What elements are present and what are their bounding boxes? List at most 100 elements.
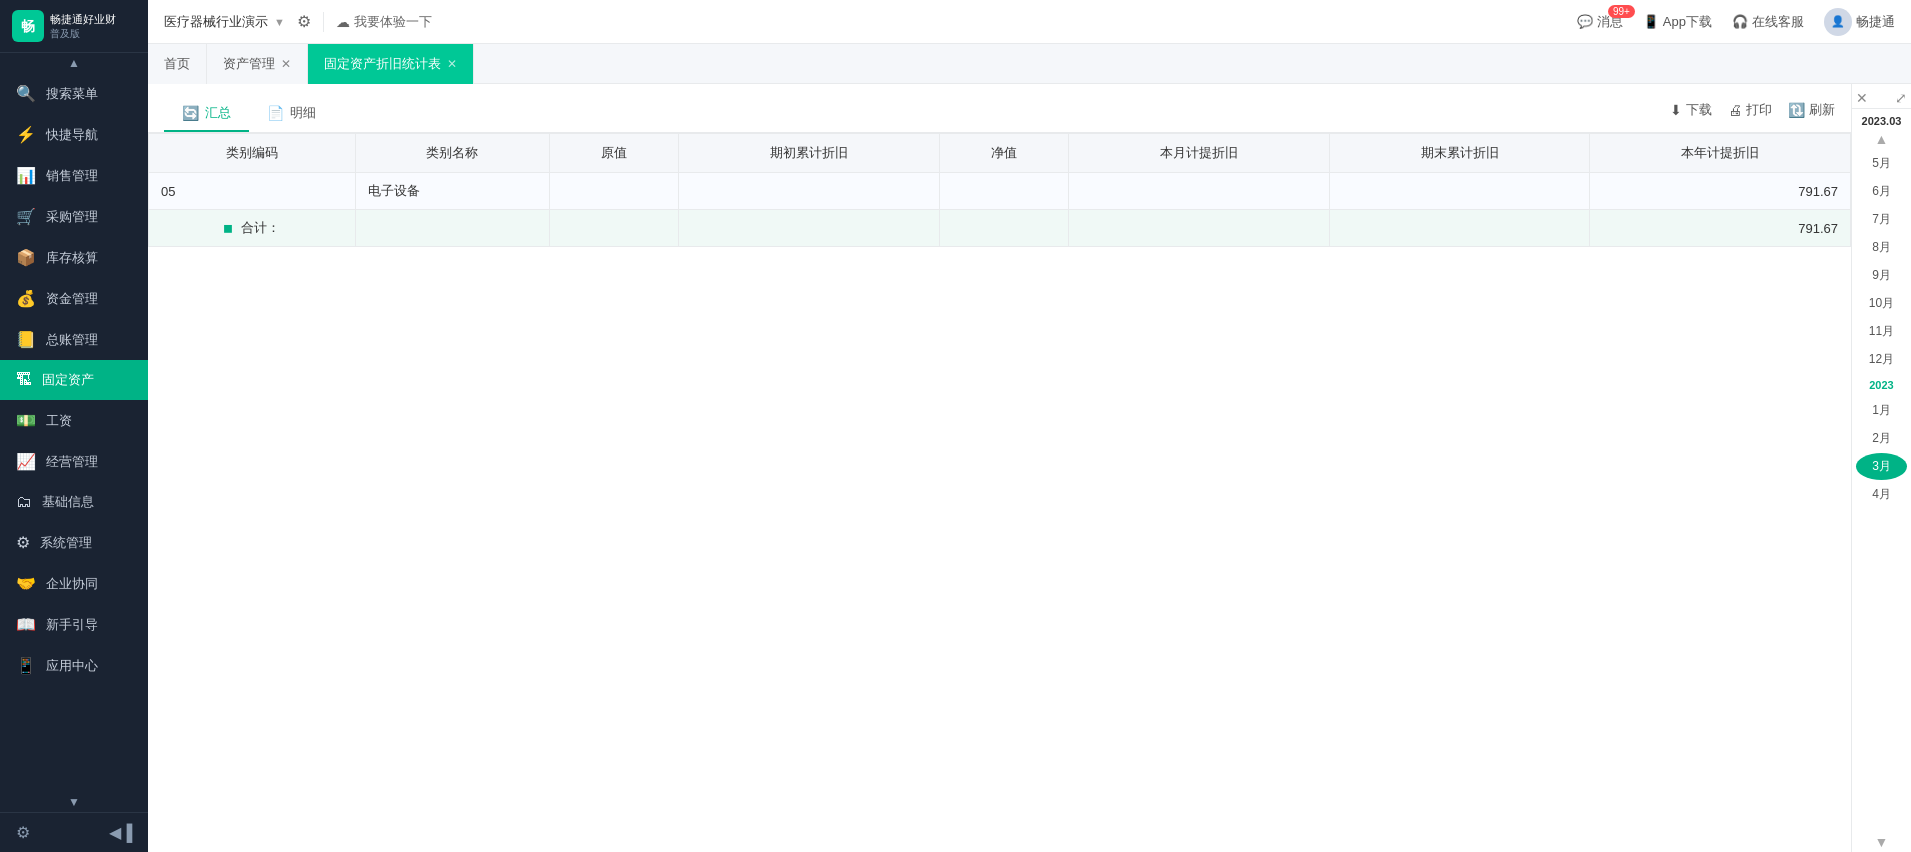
- date-item-10[interactable]: 10月: [1856, 290, 1907, 317]
- chevron-down-icon: ▼: [274, 16, 285, 28]
- download-label: 下载: [1686, 101, 1712, 119]
- sidebar-item-quicknav[interactable]: ⚡ 快捷导航: [0, 114, 148, 155]
- expand-icon[interactable]: ⤢: [1895, 90, 1907, 106]
- date-item-2023-3[interactable]: 3月: [1856, 453, 1907, 480]
- sidebar-item-label: 新手引导: [46, 616, 98, 634]
- sidebar-item-system[interactable]: ⚙ 系统管理: [0, 522, 148, 563]
- quicknav-icon: ⚡: [16, 125, 36, 144]
- service-btn[interactable]: 🎧 在线客服: [1732, 13, 1804, 31]
- appcenter-icon: 📱: [16, 656, 36, 675]
- sidebar-item-enterprise[interactable]: 🤝 企业协同: [0, 563, 148, 604]
- sidebar-item-appcenter[interactable]: 📱 应用中心: [0, 645, 148, 686]
- date-item-2023-1[interactable]: 1月: [1856, 397, 1907, 424]
- print-icon: 🖨: [1728, 102, 1742, 118]
- date-item-6[interactable]: 6月: [1856, 178, 1907, 205]
- collapse-icon[interactable]: ◀▐: [109, 823, 132, 842]
- logo-icon: 畅: [12, 10, 44, 42]
- date-item-2023-4[interactable]: 4月: [1856, 481, 1907, 508]
- sidebar-item-business[interactable]: 📈 经营管理: [0, 441, 148, 482]
- close-tab-depreciation-icon[interactable]: ✕: [447, 57, 457, 71]
- cell-year-depr: 791.67: [1590, 173, 1851, 210]
- payroll-icon: 💵: [16, 411, 36, 430]
- summary-icon: 🔄: [182, 105, 199, 121]
- system-icon: ⚙: [16, 533, 30, 552]
- download-btn[interactable]: ⬇ 下载: [1670, 101, 1712, 119]
- sidebar-item-payroll[interactable]: 💵 工资: [0, 400, 148, 441]
- sidebar-item-fixed[interactable]: 🏗 固定资产: [0, 360, 148, 400]
- date-scroll-down-btn[interactable]: ▼: [1852, 832, 1911, 852]
- cell-month-depr: [1069, 173, 1330, 210]
- topbar-settings-icon[interactable]: ⚙: [297, 12, 311, 31]
- message-icon: 💬: [1577, 14, 1593, 29]
- sidebar-item-label: 总账管理: [46, 331, 98, 349]
- sidebar-item-sales[interactable]: 📊 销售管理: [0, 155, 148, 196]
- sum-end-depr: [1329, 210, 1590, 247]
- sum-name: [355, 210, 550, 247]
- subtab-left: 🔄 汇总 📄 明细: [164, 96, 334, 132]
- print-btn[interactable]: 🖨 打印: [1728, 101, 1772, 119]
- tab-asset-mgmt[interactable]: 资产管理 ✕: [207, 44, 308, 84]
- user-btn[interactable]: 👤 畅捷通: [1824, 8, 1895, 36]
- sum-label: 合计：: [241, 220, 280, 235]
- col-net: 净值: [940, 134, 1069, 173]
- topbar-right: 💬 消息 99+ 📱 App下载 🎧 在线客服 👤 畅捷通: [1577, 8, 1895, 36]
- cell-init-depr: [679, 173, 940, 210]
- date-item-8[interactable]: 8月: [1856, 234, 1907, 261]
- sidebar-nav: 🔍 搜索菜单 ⚡ 快捷导航 📊 销售管理 🛒 采购管理 📦 库存核算 💰 资金管…: [0, 73, 148, 792]
- table-header-row: 类别编码 类别名称 原值 期初累计折旧 净值 本月计提折旧 期末累计折旧 本年计…: [149, 134, 1851, 173]
- date-item-7[interactable]: 7月: [1856, 206, 1907, 233]
- sidebar-item-label: 资金管理: [46, 290, 98, 308]
- inventory-icon: 📦: [16, 248, 36, 267]
- col-init-depr: 期初累计折旧: [679, 134, 940, 173]
- company-selector[interactable]: 医疗器械行业演示 ▼: [164, 13, 285, 31]
- col-code: 类别编码: [149, 134, 356, 173]
- app-download-btn[interactable]: 📱 App下载: [1643, 13, 1712, 31]
- sidebar-item-purchase[interactable]: 🛒 采购管理: [0, 196, 148, 237]
- sidebar-item-ledger[interactable]: 📒 总账管理: [0, 319, 148, 360]
- purchase-icon: 🛒: [16, 207, 36, 226]
- date-item-11[interactable]: 11月: [1856, 318, 1907, 345]
- sidebar-item-search[interactable]: 🔍 搜索菜单: [0, 73, 148, 114]
- date-item-12[interactable]: 12月: [1856, 346, 1907, 373]
- refresh-btn[interactable]: 🔃 刷新: [1788, 101, 1835, 119]
- cell-net: [940, 173, 1069, 210]
- tab-depreciation[interactable]: 固定资产折旧统计表 ✕: [308, 44, 474, 84]
- table-wrap: 类别编码 类别名称 原值 期初累计折旧 净值 本月计提折旧 期末累计折旧 本年计…: [148, 133, 1851, 852]
- date-panel-title: 2023.03: [1852, 109, 1911, 129]
- tabbar: 首页 资产管理 ✕ 固定资产折旧统计表 ✕: [148, 44, 1911, 84]
- bottom-gear-icon[interactable]: ⚙: [16, 823, 30, 842]
- col-original: 原值: [550, 134, 679, 173]
- tab-depreciation-label: 固定资产折旧统计表: [324, 55, 441, 73]
- sidebar-item-guide[interactable]: 📖 新手引导: [0, 604, 148, 645]
- tab-home[interactable]: 首页: [148, 44, 207, 84]
- date-scroll-up-btn[interactable]: ▲: [1852, 129, 1911, 149]
- cell-end-depr: [1329, 173, 1590, 210]
- logo-edition: 普及版: [50, 27, 116, 40]
- cell-name: 电子设备: [355, 173, 550, 210]
- date-item-9[interactable]: 9月: [1856, 262, 1907, 289]
- col-name: 类别名称: [355, 134, 550, 173]
- sidebar-item-basic[interactable]: 🗂 基础信息: [0, 482, 148, 522]
- finance-icon: 💰: [16, 289, 36, 308]
- sidebar-scroll-up[interactable]: ▲: [0, 53, 148, 73]
- subtab-summary[interactable]: 🔄 汇总: [164, 96, 249, 132]
- date-panel-header: ✕ ⤢: [1852, 88, 1911, 109]
- enterprise-icon: 🤝: [16, 574, 36, 593]
- sidebar-item-label: 经营管理: [46, 453, 98, 471]
- subtab-detail-label: 明细: [290, 104, 316, 122]
- date-item-2023-2[interactable]: 2月: [1856, 425, 1907, 452]
- sidebar-bottom: ⚙ ◀▐: [0, 812, 148, 852]
- close-tab-asset-icon[interactable]: ✕: [281, 57, 291, 71]
- sidebar-item-label: 采购管理: [46, 208, 98, 226]
- main-area: 医疗器械行业演示 ▼ ⚙ ☁ 我要体验一下 💬 消息 99+ 📱 App下载 🎧…: [148, 0, 1911, 852]
- sidebar: 畅 畅捷通好业财 普及版 ▲ 🔍 搜索菜单 ⚡ 快捷导航 📊 销售管理 🛒 采购…: [0, 0, 148, 852]
- company-name: 医疗器械行业演示: [164, 13, 268, 31]
- sidebar-scroll-down[interactable]: ▼: [0, 792, 148, 812]
- experience-btn[interactable]: ☁ 我要体验一下: [336, 13, 432, 31]
- sidebar-item-inventory[interactable]: 📦 库存核算: [0, 237, 148, 278]
- date-item-5[interactable]: 5月: [1856, 150, 1907, 177]
- message-btn[interactable]: 💬 消息 99+: [1577, 13, 1623, 31]
- subtab-detail[interactable]: 📄 明细: [249, 96, 334, 132]
- date-panel-close-btn[interactable]: ✕: [1856, 90, 1868, 106]
- sidebar-item-finance[interactable]: 💰 资金管理: [0, 278, 148, 319]
